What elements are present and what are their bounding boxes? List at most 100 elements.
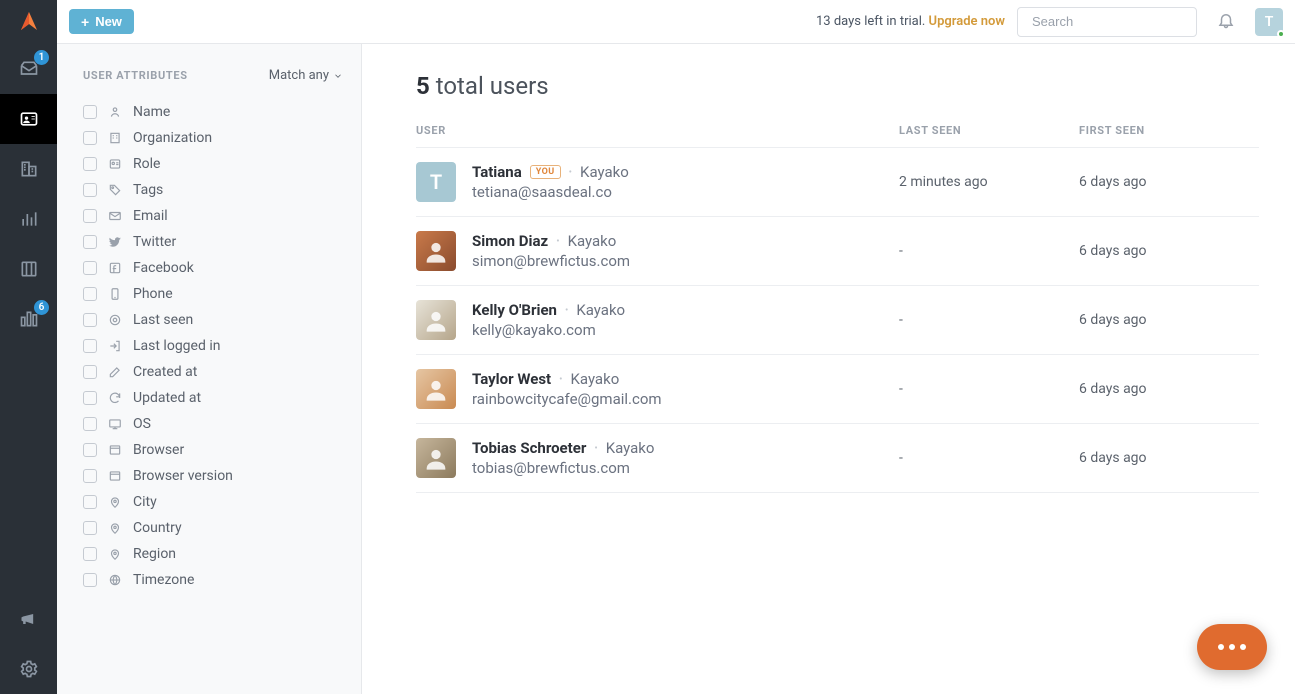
checkbox[interactable] xyxy=(83,261,97,275)
attribute-item[interactable]: Twitter xyxy=(83,229,343,255)
nav-insights[interactable]: 6 xyxy=(0,294,57,344)
new-button[interactable]: + New xyxy=(69,9,134,34)
nav-inbox[interactable]: 1 xyxy=(0,44,57,94)
dot-separator: • xyxy=(594,443,597,454)
pin-icon xyxy=(107,521,123,535)
user-avatar[interactable]: T xyxy=(1255,8,1283,36)
user-count: 5 xyxy=(416,72,430,100)
attribute-label: Last seen xyxy=(133,312,193,328)
attribute-item[interactable]: Email xyxy=(83,203,343,229)
pin-icon xyxy=(107,547,123,561)
checkbox[interactable] xyxy=(83,417,97,431)
col-user[interactable]: USER xyxy=(416,124,899,137)
checkbox[interactable] xyxy=(83,469,97,483)
match-label: Match any xyxy=(269,68,329,83)
refresh-icon xyxy=(107,391,123,405)
col-first-seen[interactable]: FIRST SEEN xyxy=(1079,124,1259,137)
dot-separator: • xyxy=(559,374,562,385)
checkbox[interactable] xyxy=(83,183,97,197)
search-input[interactable] xyxy=(1032,14,1208,29)
attribute-item[interactable]: Tags xyxy=(83,177,343,203)
attribute-item[interactable]: Organization xyxy=(83,125,343,151)
user-email: simon@brewfictus.com xyxy=(472,252,630,270)
attribute-item[interactable]: City xyxy=(83,489,343,515)
table-row[interactable]: Tobias Schroeter•Kayakotobias@brewfictus… xyxy=(416,424,1259,493)
nav-users[interactable] xyxy=(0,94,57,144)
attribute-label: City xyxy=(133,494,157,510)
nav-helpcenter[interactable] xyxy=(0,244,57,294)
table-header: USER LAST SEEN FIRST SEEN xyxy=(416,124,1259,148)
upgrade-link[interactable]: Upgrade now xyxy=(929,14,1005,29)
attribute-item[interactable]: Role xyxy=(83,151,343,177)
attribute-item[interactable]: Timezone xyxy=(83,567,343,593)
checkbox[interactable] xyxy=(83,443,97,457)
role-icon xyxy=(107,157,123,171)
attribute-item[interactable]: Browser version xyxy=(83,463,343,489)
checkbox[interactable] xyxy=(83,365,97,379)
first-seen-cell: 6 days ago xyxy=(1079,174,1259,190)
user-name: Taylor West xyxy=(472,370,551,388)
attribute-item[interactable]: Updated at xyxy=(83,385,343,411)
nav-reports[interactable] xyxy=(0,194,57,244)
chevron-down-icon xyxy=(333,71,343,81)
row-avatar xyxy=(416,438,456,478)
checkbox[interactable] xyxy=(83,105,97,119)
checkbox[interactable] xyxy=(83,391,97,405)
attribute-item[interactable]: Last seen xyxy=(83,307,343,333)
attribute-item[interactable]: Last logged in xyxy=(83,333,343,359)
checkbox[interactable] xyxy=(83,313,97,327)
attribute-item[interactable]: Browser xyxy=(83,437,343,463)
user-email: kelly@kayako.com xyxy=(472,321,625,339)
attribute-item[interactable]: Name xyxy=(83,99,343,125)
dot-separator: • xyxy=(569,167,572,178)
chat-bubble[interactable] xyxy=(1197,624,1267,670)
attribute-label: Twitter xyxy=(133,234,176,250)
org-icon xyxy=(107,131,123,145)
twitter-icon xyxy=(107,235,123,249)
presence-indicator xyxy=(1277,30,1285,38)
checkbox[interactable] xyxy=(83,157,97,171)
attribute-item[interactable]: Region xyxy=(83,541,343,567)
attribute-item[interactable]: OS xyxy=(83,411,343,437)
attribute-item[interactable]: Phone xyxy=(83,281,343,307)
checkbox[interactable] xyxy=(83,547,97,561)
checkbox[interactable] xyxy=(83,495,97,509)
checkbox[interactable] xyxy=(83,131,97,145)
attribute-item[interactable]: Created at xyxy=(83,359,343,385)
col-last-seen[interactable]: LAST SEEN xyxy=(899,124,1079,137)
main-panel: 5 total users USER LAST SEEN FIRST SEEN … xyxy=(362,44,1295,694)
nav-organizations[interactable] xyxy=(0,144,57,194)
person-icon xyxy=(107,105,123,119)
checkbox[interactable] xyxy=(83,339,97,353)
attribute-label: Organization xyxy=(133,130,212,146)
table-row[interactable]: Taylor West•Kayakorainbowcitycafe@gmail.… xyxy=(416,355,1259,424)
first-seen-cell: 6 days ago xyxy=(1079,243,1259,259)
logo[interactable] xyxy=(0,0,57,44)
attribute-label: Tags xyxy=(133,182,163,198)
first-seen-cell: 6 days ago xyxy=(1079,381,1259,397)
checkbox[interactable] xyxy=(83,209,97,223)
notifications-button[interactable] xyxy=(1209,11,1243,33)
nav-announce[interactable] xyxy=(0,594,57,644)
checkbox[interactable] xyxy=(83,573,97,587)
checkbox[interactable] xyxy=(83,287,97,301)
user-email: tobias@brewfictus.com xyxy=(472,459,654,477)
table-row[interactable]: TTatianaYOU•Kayakotetiana@saasdeal.co2 m… xyxy=(416,148,1259,217)
last-seen-cell: 2 minutes ago xyxy=(899,174,1079,190)
attribute-item[interactable]: Country xyxy=(83,515,343,541)
nav-settings[interactable] xyxy=(0,644,57,694)
login-icon xyxy=(107,339,123,353)
first-seen-cell: 6 days ago xyxy=(1079,312,1259,328)
match-select[interactable]: Match any xyxy=(269,68,343,83)
checkbox[interactable] xyxy=(83,235,97,249)
attribute-label: Phone xyxy=(133,286,173,302)
user-table: USER LAST SEEN FIRST SEEN TTatianaYOU•Ka… xyxy=(416,124,1259,493)
attribute-item[interactable]: Facebook xyxy=(83,255,343,281)
checkbox[interactable] xyxy=(83,521,97,535)
table-row[interactable]: Simon Diaz•Kayakosimon@brewfictus.com-6 … xyxy=(416,217,1259,286)
search-box[interactable] xyxy=(1017,7,1197,37)
table-row[interactable]: Kelly O'Brien•Kayakokelly@kayako.com-6 d… xyxy=(416,286,1259,355)
pin-icon xyxy=(107,495,123,509)
topbar: + New 13 days left in trial. Upgrade now… xyxy=(57,0,1295,44)
attribute-label: Facebook xyxy=(133,260,194,276)
